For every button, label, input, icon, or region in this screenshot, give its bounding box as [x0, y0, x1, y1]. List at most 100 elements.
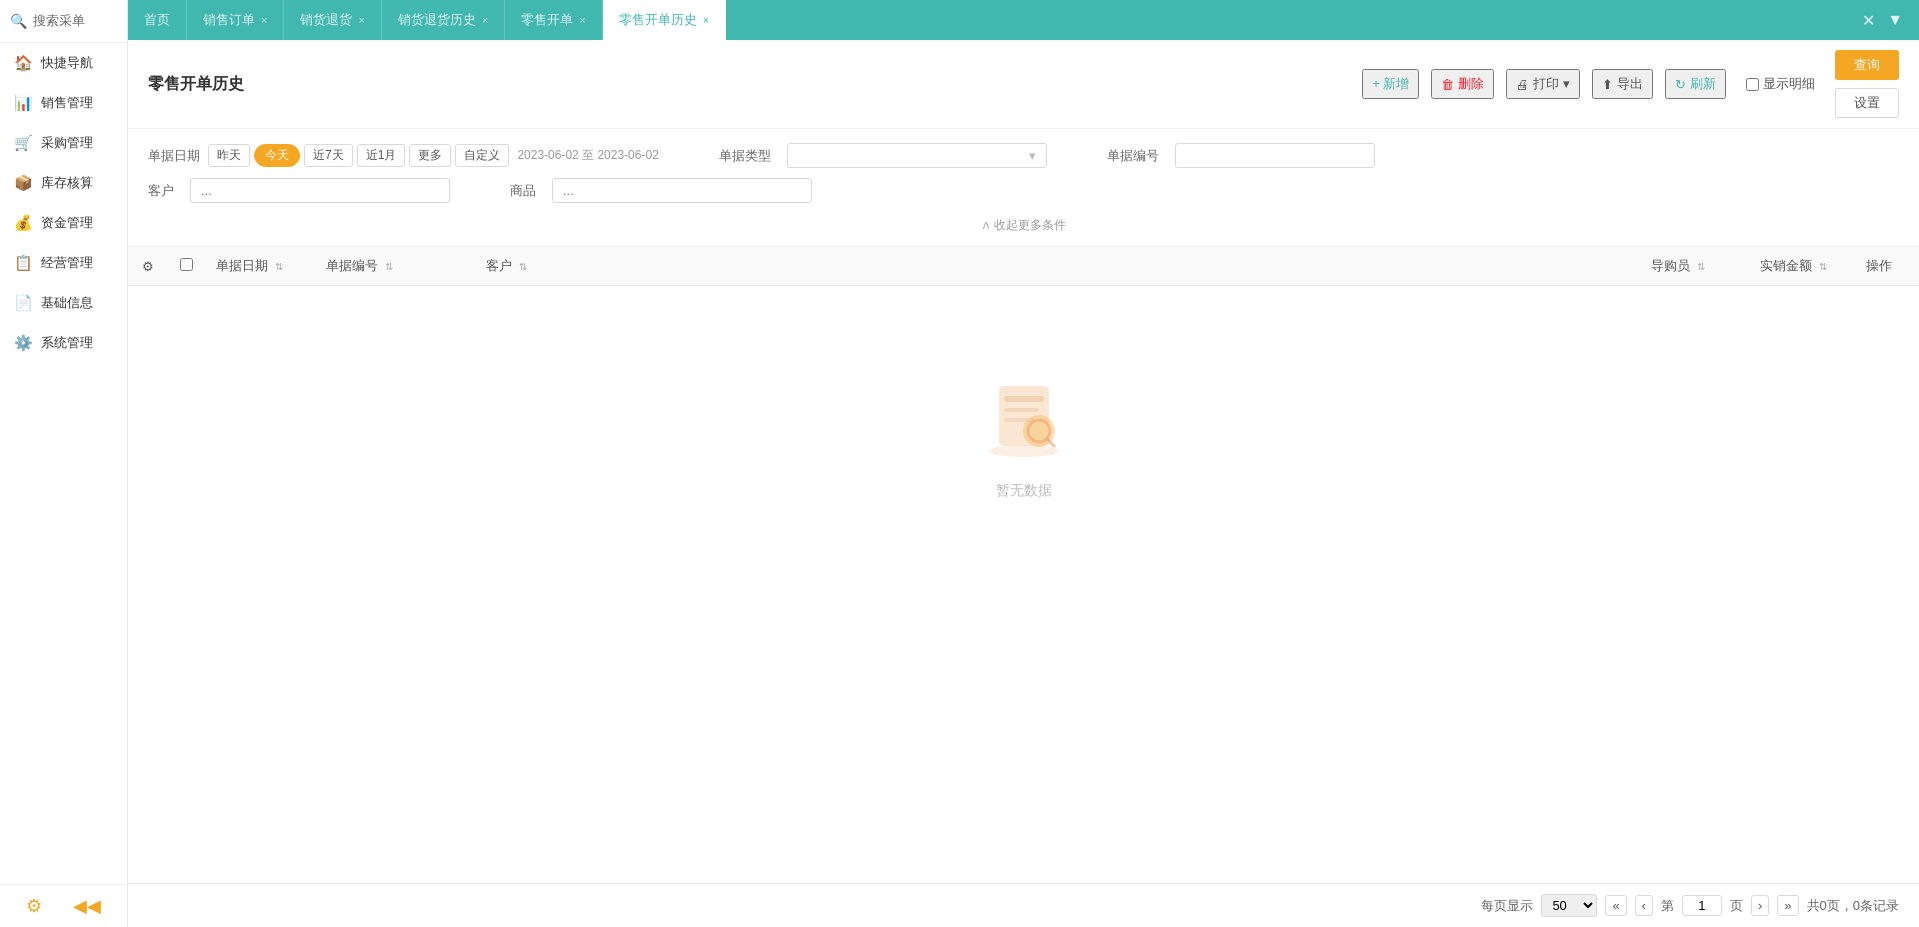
tab-home[interactable]: 首页: [128, 0, 187, 40]
query-button[interactable]: 查询: [1835, 50, 1899, 80]
page-header: 零售开单历史 + 新增 🗑 🗑 删除 删除 🖨 打印 ▾ ⬆ 导出 ↻: [128, 40, 1919, 129]
sidebar-item-quick-nav[interactable]: 🏠 快捷导航: [0, 43, 127, 83]
sidebar-item-inventory[interactable]: 📦 库存核算: [0, 163, 127, 203]
customer-filter-input[interactable]: [190, 178, 450, 203]
col-check[interactable]: [168, 247, 204, 286]
tab-sales-return-close[interactable]: ×: [358, 14, 364, 26]
export-button[interactable]: ⬆ 导出: [1592, 69, 1653, 99]
tab-bar: 首页 销售订单 × 销货退货 × 销货退货历史 × 零售开单 × 零售开单历史 …: [128, 0, 1919, 40]
sidebar-item-basic-info[interactable]: 📄 基础信息: [0, 283, 127, 323]
content-area: 零售开单历史 + 新增 🗑 🗑 删除 删除 🖨 打印 ▾ ⬆ 导出 ↻: [128, 40, 1919, 927]
date-btn-more[interactable]: 更多: [409, 144, 451, 167]
delete-button[interactable]: 🗑 🗑 删除 删除: [1431, 69, 1494, 99]
sidebar-footer: ⚙ ◀◀: [0, 884, 127, 927]
refresh-button[interactable]: ↻ 刷新: [1665, 69, 1726, 99]
query-buttons: 查询 设置: [1835, 50, 1899, 118]
col-guide[interactable]: 导购员 ⇅: [1639, 247, 1739, 286]
tab-sales-order-label: 销售订单: [203, 11, 255, 29]
date-filter-label: 单据日期: [148, 147, 200, 165]
tab-retail-history[interactable]: 零售开单历史 ×: [603, 0, 726, 40]
col-settings[interactable]: ⚙: [128, 247, 168, 286]
tab-sales-return[interactable]: 销货退货 ×: [284, 0, 381, 40]
page-number-input[interactable]: [1682, 895, 1722, 916]
display-detail-label: 显示明细: [1763, 75, 1815, 93]
doc-icon: 📄: [14, 294, 33, 312]
tab-sales-return-history[interactable]: 销货退货历史 ×: [382, 0, 505, 40]
per-page-select[interactable]: 50 10 20 100: [1541, 894, 1597, 917]
tab-retail-open-close[interactable]: ×: [579, 14, 585, 26]
num-filter-input[interactable]: [1175, 143, 1375, 168]
sidebar-item-sys-mgmt[interactable]: ⚙️ 系统管理: [0, 323, 127, 363]
date-btn-yesterday[interactable]: 昨天: [208, 144, 250, 167]
goods-filter-label: 商品: [510, 182, 536, 200]
col-date-label: 单据日期: [216, 258, 268, 273]
settings-button[interactable]: 设置: [1835, 88, 1899, 118]
sidebar-search-label: 搜索采单: [33, 12, 85, 30]
col-customer-label: 客户: [486, 258, 512, 273]
settings-footer-icon[interactable]: ⚙: [26, 895, 42, 917]
collapse-button[interactable]: ∧ 收起更多条件: [981, 217, 1066, 234]
type-filter-label: 单据类型: [719, 147, 771, 165]
toolbar: + 新增 🗑 🗑 删除 删除 🖨 打印 ▾ ⬆ 导出 ↻ 刷新: [1362, 50, 1899, 118]
first-page-button[interactable]: «: [1605, 895, 1626, 916]
empty-text: 暂无数据: [996, 482, 1052, 500]
sidebar-search[interactable]: 🔍 搜索采单: [0, 0, 127, 43]
tab-retail-open[interactable]: 零售开单 ×: [505, 0, 602, 40]
tab-sales-order[interactable]: 销售订单 ×: [187, 0, 284, 40]
col-num[interactable]: 单据编号 ⇅: [314, 247, 474, 286]
col-customer[interactable]: 客户 ⇅: [474, 247, 1639, 286]
num-filter-label: 单据编号: [1107, 147, 1159, 165]
sidebar-item-label: 库存核算: [41, 174, 93, 192]
delete-icon: 🗑: [1441, 77, 1454, 92]
date-btn-1month[interactable]: 近1月: [357, 144, 406, 167]
next-page-button[interactable]: ›: [1751, 895, 1769, 916]
add-button[interactable]: + 新增: [1362, 69, 1419, 99]
sidebar-item-purchase-mgmt[interactable]: 🛒 采购管理: [0, 123, 127, 163]
col-action: 操作: [1839, 247, 1919, 286]
sidebar-item-sales-mgmt[interactable]: 📊 销售管理: [0, 83, 127, 123]
collapse-sidebar-icon[interactable]: ◀◀: [73, 895, 101, 917]
filter-row-2: 客户 商品: [148, 178, 1899, 203]
tab-retail-history-close[interactable]: ×: [703, 14, 709, 26]
date-btn-7days[interactable]: 近7天: [304, 144, 353, 167]
print-button[interactable]: 🖨 打印 ▾: [1506, 69, 1580, 99]
sidebar-item-label: 销售管理: [41, 94, 93, 112]
tab-bar-menu-icon[interactable]: ▼: [1881, 11, 1909, 29]
svg-rect-2: [1004, 396, 1044, 402]
display-detail-toggle[interactable]: 显示明细: [1738, 71, 1823, 97]
box-icon: 📦: [14, 174, 33, 192]
date-btn-custom[interactable]: 自定义: [455, 144, 509, 167]
pagination-bar: 每页显示 50 10 20 100 « ‹ 第 页 › » 共0页，0条记录: [128, 883, 1919, 927]
col-amount[interactable]: 实销金额 ⇅: [1739, 247, 1839, 286]
sidebar-item-label: 系统管理: [41, 334, 93, 352]
sidebar-nav: 🏠 快捷导航 📊 销售管理 🛒 采购管理 📦 库存核算 💰 资金管理 📋 经营管…: [0, 43, 127, 884]
col-guide-sort-icon: ⇅: [1697, 261, 1705, 272]
page-title: 零售开单历史: [148, 74, 244, 95]
tab-sales-order-close[interactable]: ×: [261, 14, 267, 26]
last-page-button[interactable]: »: [1777, 895, 1798, 916]
chevron-down-icon: ▾: [1029, 148, 1036, 163]
tab-sales-return-history-close[interactable]: ×: [482, 14, 488, 26]
col-num-sort-icon: ⇅: [385, 261, 393, 272]
print-icon: 🖨: [1516, 77, 1529, 92]
col-customer-sort-icon: ⇅: [519, 261, 527, 272]
goods-filter-input[interactable]: [552, 178, 812, 203]
type-filter-select[interactable]: ▾: [787, 143, 1047, 168]
main-area: 首页 销售订单 × 销货退货 × 销货退货历史 × 零售开单 × 零售开单历史 …: [128, 0, 1919, 927]
prev-page-button[interactable]: ‹: [1635, 895, 1653, 916]
date-btn-today[interactable]: 今天: [254, 144, 300, 167]
col-date[interactable]: 单据日期 ⇅: [204, 247, 314, 286]
tab-bar-close-icon[interactable]: ✕: [1856, 11, 1881, 30]
sidebar: 🔍 搜索采单 🏠 快捷导航 📊 销售管理 🛒 采购管理 📦 库存核算 💰 资金管…: [0, 0, 128, 927]
select-all-checkbox[interactable]: [180, 258, 193, 271]
col-guide-label: 导购员: [1651, 258, 1690, 273]
col-amount-label: 实销金额: [1760, 258, 1812, 273]
sidebar-item-label: 采购管理: [41, 134, 93, 152]
sidebar-item-finance[interactable]: 💰 资金管理: [0, 203, 127, 243]
sidebar-item-label: 经营管理: [41, 254, 93, 272]
sidebar-item-operations[interactable]: 📋 经营管理: [0, 243, 127, 283]
date-quick-btns: 昨天 今天 近7天 近1月 更多 自定义: [208, 144, 509, 167]
clipboard-icon: 📋: [14, 254, 33, 272]
page-total: 共0页，0条记录: [1807, 897, 1899, 915]
display-detail-checkbox[interactable]: [1746, 78, 1759, 91]
